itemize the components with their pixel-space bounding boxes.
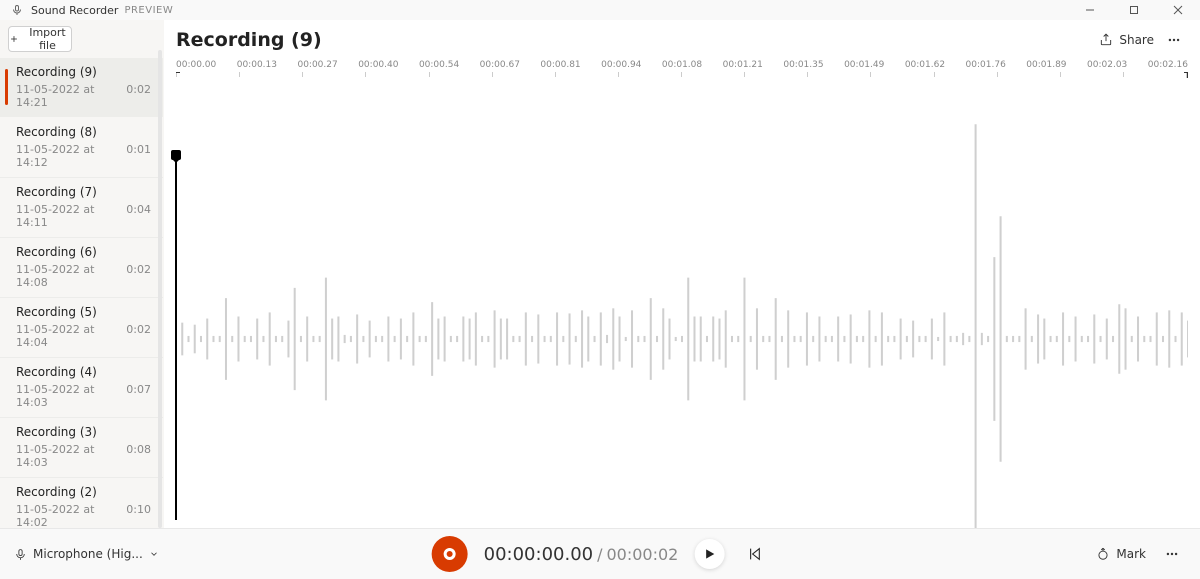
tick-label: 00:02.03 <box>1087 60 1148 70</box>
record-button[interactable] <box>432 536 468 572</box>
recording-title: Recording (8) <box>16 125 151 139</box>
recording-duration: 0:08 <box>126 443 151 469</box>
recording-item[interactable]: Recording (5) 11-05-2022 at 14:040:02 <box>0 297 163 357</box>
tick-label: 00:00.27 <box>297 60 358 70</box>
playhead[interactable] <box>175 158 177 520</box>
tick-label: 00:00.67 <box>480 60 541 70</box>
recording-item[interactable]: Recording (7) 11-05-2022 at 14:110:04 <box>0 177 163 237</box>
recording-subtitle: 11-05-2022 at 14:08 <box>16 263 126 289</box>
microphone-selector[interactable]: Microphone (Hig... <box>14 547 159 561</box>
bottom-bar: Microphone (Hig... 00:00:00.00 / 00:00:0… <box>0 528 1200 579</box>
time-total: 00:00:02 <box>607 545 679 564</box>
window-minimize[interactable] <box>1068 0 1112 20</box>
recording-item[interactable]: Recording (2) 11-05-2022 at 14:020:10 <box>0 477 163 528</box>
tick-label: 00:00.13 <box>237 60 298 70</box>
mark-label: Mark <box>1116 547 1146 561</box>
recording-title: Recording (7) <box>16 185 151 199</box>
title-bar: Sound Recorder PREVIEW <box>0 0 1200 20</box>
window-close[interactable] <box>1156 0 1200 20</box>
recording-subtitle: 11-05-2022 at 14:21 <box>16 83 126 109</box>
recording-item[interactable]: Recording (6) 11-05-2022 at 14:080:02 <box>0 237 163 297</box>
app-icon <box>10 3 24 17</box>
mark-button[interactable]: Mark <box>1092 543 1150 565</box>
recording-title: Recording (6) <box>16 245 151 259</box>
tick-label: 00:02.16 <box>1148 60 1188 70</box>
recording-item[interactable]: Recording (4) 11-05-2022 at 14:030:07 <box>0 357 163 417</box>
recording-item[interactable]: Recording (9) 11-05-2022 at 14:210:02 <box>0 58 163 117</box>
main-panel: Recording (9) Share 00:00.0000:00.1300:0… <box>164 20 1200 528</box>
tick-label: 00:00.81 <box>540 60 601 70</box>
timeline[interactable]: 00:00.0000:00.1300:00.2700:00.4000:00.54… <box>164 60 1200 78</box>
time-separator: / <box>597 545 602 564</box>
tick-label: 00:01.35 <box>783 60 844 70</box>
recording-subtitle: 11-05-2022 at 14:11 <box>16 203 126 229</box>
tick-label: 00:01.89 <box>1026 60 1087 70</box>
recording-title: Recording (9) <box>16 65 151 79</box>
import-label: Import file <box>24 26 71 52</box>
tick-label: 00:00.54 <box>419 60 480 70</box>
recording-title: Recording (3) <box>16 425 151 439</box>
recording-subtitle: 11-05-2022 at 14:02 <box>16 503 126 528</box>
play-button[interactable] <box>694 539 724 569</box>
share-button[interactable]: Share <box>1093 29 1160 51</box>
recording-item[interactable]: Recording (3) 11-05-2022 at 14:030:08 <box>0 417 163 477</box>
import-file-button[interactable]: Import file <box>8 26 72 52</box>
recording-subtitle: 11-05-2022 at 14:12 <box>16 143 126 169</box>
app-title: Sound Recorder <box>31 4 118 17</box>
recording-title: Recording (5) <box>16 305 151 319</box>
waveform <box>176 78 1188 528</box>
tick-label: 00:00.00 <box>176 60 237 70</box>
chevron-down-icon <box>149 549 159 559</box>
sidebar: Import file Recording (9) 11-05-2022 at 1… <box>0 20 164 528</box>
time-current: 00:00:00.00 <box>484 544 593 565</box>
tick-label: 00:00.94 <box>601 60 662 70</box>
main-header: Recording (9) Share <box>164 20 1200 60</box>
microphone-label: Microphone (Hig... <box>33 547 143 561</box>
page-title: Recording (9) <box>176 29 322 51</box>
recording-list: Recording (9)11-05-2022 at 14:210:02Reco… <box>0 58 163 528</box>
recording-title: Recording (4) <box>16 365 151 379</box>
recording-duration: 0:07 <box>126 383 151 409</box>
recording-item[interactable]: Recording (8) 11-05-2022 at 14:120:01 <box>0 117 163 177</box>
window-maximize[interactable] <box>1112 0 1156 20</box>
bottom-more-button[interactable] <box>1158 540 1186 568</box>
recording-subtitle: 11-05-2022 at 14:04 <box>16 323 126 349</box>
timeline-tick-labels: 00:00.0000:00.1300:00.2700:00.4000:00.54… <box>176 60 1188 70</box>
waveform-area[interactable] <box>164 78 1200 528</box>
recording-duration: 0:10 <box>126 503 151 528</box>
tick-label: 00:01.76 <box>966 60 1027 70</box>
recording-duration: 0:01 <box>126 143 151 169</box>
tick-label: 00:01.49 <box>844 60 905 70</box>
tick-label: 00:00.40 <box>358 60 419 70</box>
time-display: 00:00:00.00 / 00:00:02 <box>484 544 679 565</box>
recording-duration: 0:04 <box>126 203 151 229</box>
more-button[interactable] <box>1160 26 1188 54</box>
rewind-button[interactable] <box>740 540 768 568</box>
recording-duration: 0:02 <box>126 263 151 289</box>
recording-duration: 0:02 <box>126 323 151 349</box>
tick-label: 00:01.21 <box>723 60 784 70</box>
tick-label: 00:01.08 <box>662 60 723 70</box>
recording-subtitle: 11-05-2022 at 14:03 <box>16 443 126 469</box>
share-label: Share <box>1119 33 1154 47</box>
recording-title: Recording (2) <box>16 485 151 499</box>
recording-duration: 0:02 <box>126 83 151 109</box>
tick-label: 00:01.62 <box>905 60 966 70</box>
preview-tag: PREVIEW <box>124 5 173 16</box>
recording-subtitle: 11-05-2022 at 14:03 <box>16 383 126 409</box>
